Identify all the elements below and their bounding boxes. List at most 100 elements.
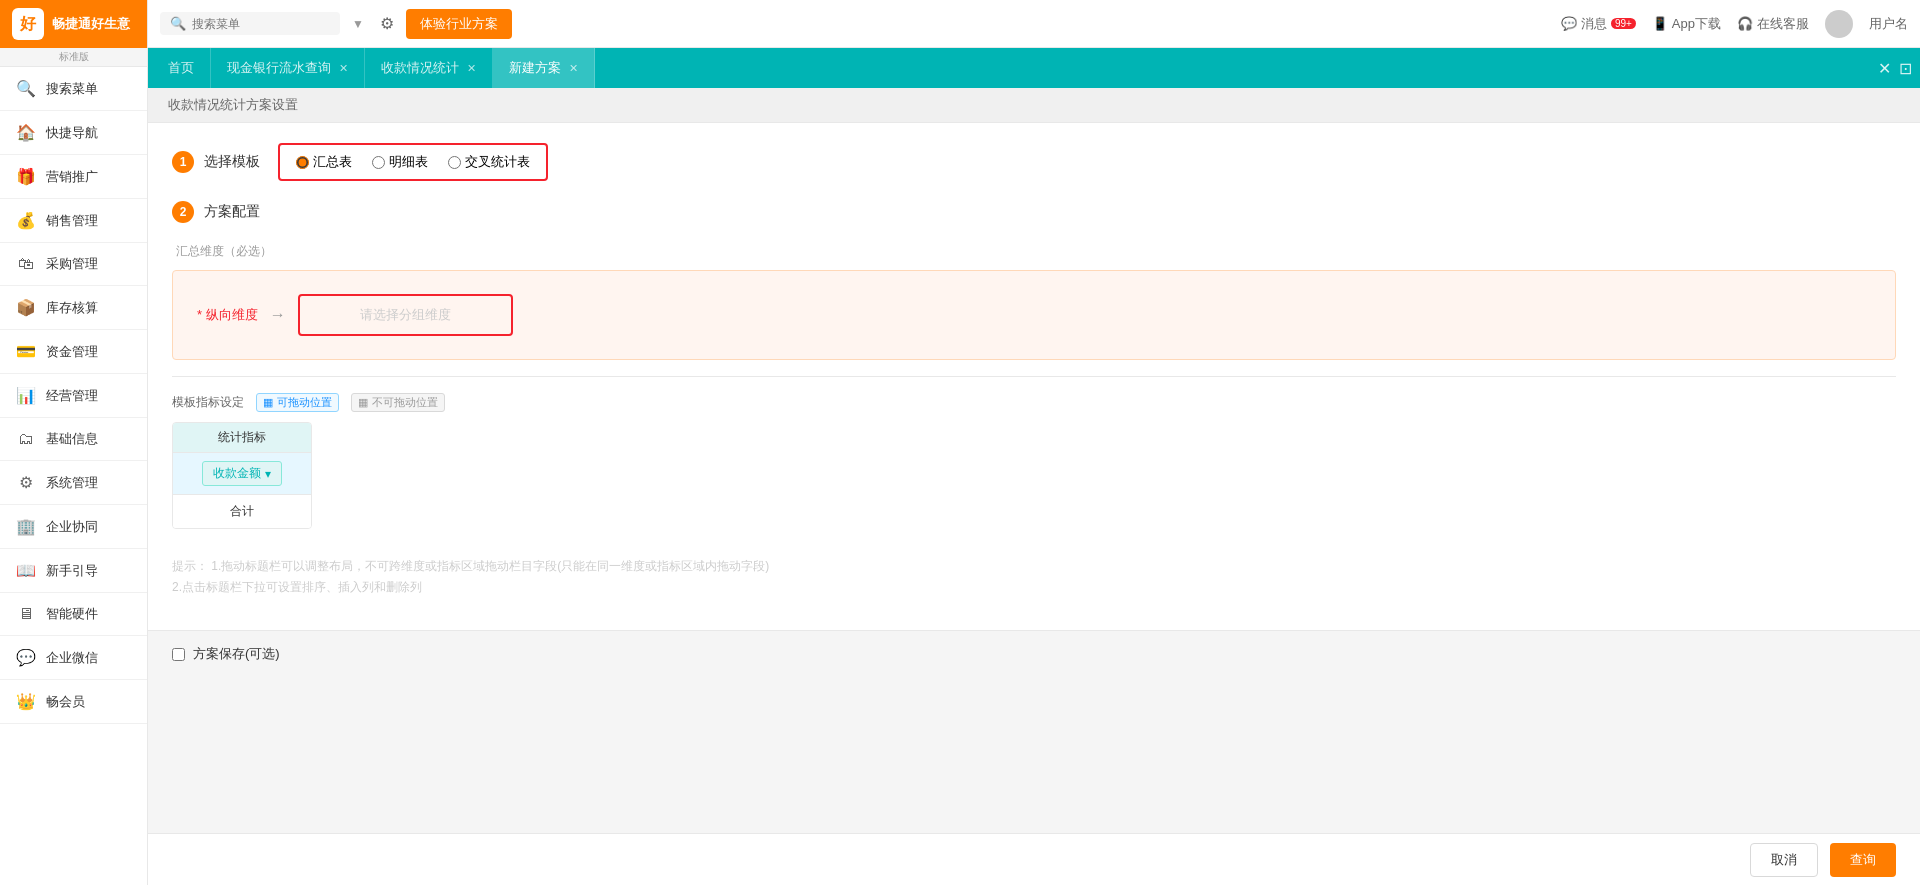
tab-close-all[interactable]: ✕ xyxy=(1878,59,1891,78)
purchase-icon: 🛍 xyxy=(16,255,36,273)
fund-icon: 💳 xyxy=(16,342,36,361)
radio-detail-label: 明细表 xyxy=(389,153,428,171)
step1-num: 1 xyxy=(172,151,194,173)
service-btn[interactable]: 🎧 在线客服 xyxy=(1737,15,1809,33)
divider1 xyxy=(172,376,1896,377)
no-drag-indicator: ▦ xyxy=(358,396,368,409)
step2-row: 2 方案配置 xyxy=(172,201,1896,223)
query-button[interactable]: 查询 xyxy=(1830,843,1896,877)
industry-btn[interactable]: 体验行业方案 xyxy=(406,9,512,39)
tag-dropdown[interactable]: ▾ xyxy=(265,467,271,481)
content-area: 收款情况统计方案设置 1 选择模板 汇总表 明细表 xyxy=(148,88,1920,885)
sidebar-item-wechat[interactable]: 💬 企业微信 xyxy=(0,636,147,680)
sidebar-item-nav[interactable]: 🏠 快捷导航 xyxy=(0,111,147,155)
sidebar-item-search[interactable]: 🔍 搜索菜单 xyxy=(0,67,147,111)
save-label: 方案保存(可选) xyxy=(193,645,280,663)
sidebar-item-purchase[interactable]: 🛍 采购管理 xyxy=(0,243,147,286)
topbar-right: 💬 消息 99+ 📱 App下载 🎧 在线客服 用户名 xyxy=(1561,10,1908,38)
main-area: 🔍 ▼ ⚙ 体验行业方案 💬 消息 99+ 📱 App下载 🎧 在线客服 用户名 xyxy=(148,0,1920,885)
tab-stats[interactable]: 收款情况统计 ✕ xyxy=(365,48,493,88)
sidebar-item-inventory[interactable]: 📦 库存核算 xyxy=(0,286,147,330)
download-label: App下载 xyxy=(1672,15,1721,33)
sidebar-item-operation[interactable]: 📊 经营管理 xyxy=(0,374,147,418)
message-badge: 99+ xyxy=(1611,18,1636,29)
step1-row: 1 选择模板 汇总表 明细表 交叉统计表 xyxy=(172,143,1896,181)
metrics-label-row: 模板指标设定 ▦ 可拖动位置 ▦ 不可拖动位置 xyxy=(172,393,1896,412)
sidebar-badge: 标准版 xyxy=(0,48,147,67)
sidebar-item-basic[interactable]: 🗂 基础信息 xyxy=(0,418,147,461)
step2-num: 2 xyxy=(172,201,194,223)
download-btn[interactable]: 📱 App下载 xyxy=(1652,15,1721,33)
tab-new-close[interactable]: ✕ xyxy=(569,62,578,75)
tab-maximize[interactable]: ⊡ xyxy=(1899,59,1912,78)
service-icon: 🎧 xyxy=(1737,16,1753,31)
no-drag-badge: ▦ 不可拖动位置 xyxy=(351,393,445,412)
dimension-placeholder[interactable]: 请选择分组维度 xyxy=(298,294,513,336)
username: 用户名 xyxy=(1869,15,1908,33)
search-icon: 🔍 xyxy=(170,16,186,31)
radio-cross[interactable]: 交叉统计表 xyxy=(448,153,530,171)
footer: 取消 查询 xyxy=(148,833,1920,885)
save-option[interactable]: 方案保存(可选) xyxy=(172,645,1896,663)
gear-icon: ⚙ xyxy=(16,473,36,492)
radio-summary[interactable]: 汇总表 xyxy=(296,153,352,171)
step1-label: 选择模板 xyxy=(204,153,260,171)
sidebar-item-company[interactable]: 🏢 企业协同 xyxy=(0,505,147,549)
settings-icon[interactable]: ⚙ xyxy=(380,14,394,33)
message-label: 消息 xyxy=(1581,15,1607,33)
save-option-area: 方案保存(可选) xyxy=(148,630,1920,677)
dropdown-arrow[interactable]: ▼ xyxy=(352,17,364,31)
dimension-row-label: * 纵向维度 xyxy=(197,306,258,324)
chat-icon: 💬 xyxy=(16,648,36,667)
tab-bank-label: 现金银行流水查询 xyxy=(227,59,331,77)
metrics-subtotal: 合计 xyxy=(173,495,311,528)
search-input[interactable] xyxy=(192,17,322,31)
tab-home[interactable]: 首页 xyxy=(156,48,211,88)
tab-stats-label: 收款情况统计 xyxy=(381,59,459,77)
radio-detail[interactable]: 明细表 xyxy=(372,153,428,171)
metrics-tag[interactable]: 收款金额 ▾ xyxy=(202,461,282,486)
logo-icon: 好 xyxy=(12,8,44,40)
message-btn[interactable]: 💬 消息 99+ xyxy=(1561,15,1636,33)
radio-cross-label: 交叉统计表 xyxy=(465,153,530,171)
sidebar-item-marketing[interactable]: 🎁 营销推广 xyxy=(0,155,147,199)
chart-icon: 📊 xyxy=(16,386,36,405)
tips-line1: 提示： 1.拖动标题栏可以调整布局，不可跨维度或指标区域拖动栏目字段(只能在同一… xyxy=(172,558,1896,575)
step2-label: 方案配置 xyxy=(204,203,260,221)
metrics-title: 模板指标设定 xyxy=(172,394,244,411)
tab-stats-close[interactable]: ✕ xyxy=(467,62,476,75)
metrics-tag-row: 收款金额 ▾ xyxy=(173,453,311,495)
avatar[interactable] xyxy=(1825,10,1853,38)
page-title: 收款情况统计方案设置 xyxy=(148,88,1920,123)
drag-badge: ▦ 可拖动位置 xyxy=(256,393,339,412)
tab-home-label: 首页 xyxy=(168,59,194,77)
save-checkbox[interactable] xyxy=(172,648,185,661)
tab-new[interactable]: 新建方案 ✕ xyxy=(493,48,595,88)
book-icon: 📖 xyxy=(16,561,36,580)
sidebar-item-fund[interactable]: 💳 资金管理 xyxy=(0,330,147,374)
sidebar-item-sales[interactable]: 💰 销售管理 xyxy=(0,199,147,243)
search-icon: 🔍 xyxy=(16,79,36,98)
dimension-row: * 纵向维度 → 请选择分组维度 xyxy=(197,294,513,336)
tips-section: 提示： 1.拖动标题栏可以调整布局，不可跨维度或指标区域拖动栏目字段(只能在同一… xyxy=(172,548,1896,610)
sidebar-item-member[interactable]: 👑 畅会员 xyxy=(0,680,147,724)
dimension-title: 汇总维度（必选） xyxy=(172,243,1896,260)
topbar: 🔍 ▼ ⚙ 体验行业方案 💬 消息 99+ 📱 App下载 🎧 在线客服 用户名 xyxy=(148,0,1920,48)
building-icon: 🏢 xyxy=(16,517,36,536)
metrics-section: 模板指标设定 ▦ 可拖动位置 ▦ 不可拖动位置 统计指标 xyxy=(172,393,1896,532)
tips-line2: 2.点击标题栏下拉可设置排序、插入列和删除列 xyxy=(172,579,1896,596)
template-box: 汇总表 明细表 交叉统计表 xyxy=(278,143,548,181)
radio-summary-label: 汇总表 xyxy=(313,153,352,171)
tab-bank-close[interactable]: ✕ xyxy=(339,62,348,75)
sidebar-item-guide[interactable]: 📖 新手引导 xyxy=(0,549,147,593)
tab-bank[interactable]: 现金银行流水查询 ✕ xyxy=(211,48,365,88)
download-icon: 📱 xyxy=(1652,16,1668,31)
search-box[interactable]: 🔍 xyxy=(160,12,340,35)
sidebar-item-system[interactable]: ⚙ 系统管理 xyxy=(0,461,147,505)
cancel-button[interactable]: 取消 xyxy=(1750,843,1818,877)
home-icon: 🏠 xyxy=(16,123,36,142)
tab-new-label: 新建方案 xyxy=(509,59,561,77)
sidebar-item-hardware[interactable]: 🖥 智能硬件 xyxy=(0,593,147,636)
folder-icon: 🗂 xyxy=(16,430,36,448)
tabbar-actions: ✕ ⊡ xyxy=(1878,59,1912,78)
